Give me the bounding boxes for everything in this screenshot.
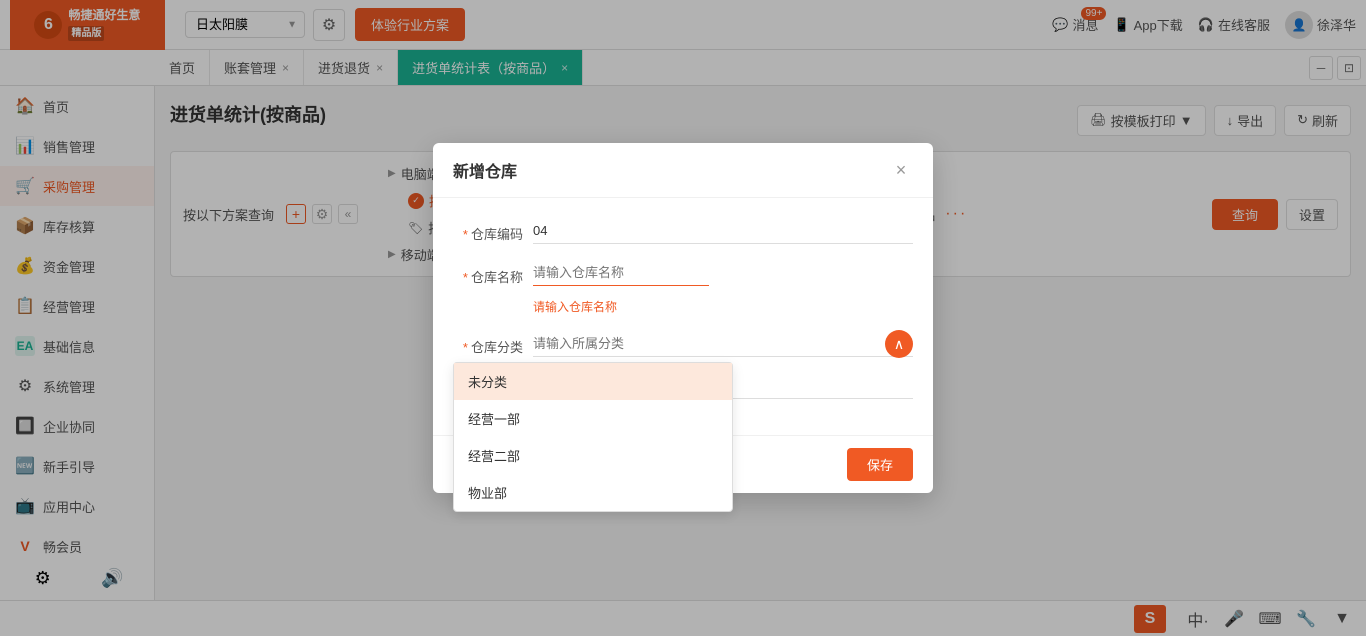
dropdown-item-operations2[interactable]: 经营二部 [454, 437, 732, 474]
name-error-msg: 请输入仓库名称 [533, 298, 617, 315]
category-label: *仓库分类 [453, 331, 523, 356]
code-input[interactable] [533, 218, 913, 244]
modal-title: 新增仓库 [453, 158, 517, 182]
dropdown-item-uncategorized[interactable]: 未分类 [454, 363, 732, 400]
modal-close-button[interactable]: × [889, 158, 913, 182]
category-form-row: *仓库分类 ∧ 未分类 经营一部 经营二部 物业部 [453, 331, 913, 357]
modal-overlay[interactable]: 新增仓库 × *仓库编码 *仓库名称 [0, 0, 1366, 636]
category-dropdown: 未分类 经营一部 经营二部 物业部 [453, 362, 733, 512]
save-button[interactable]: 保存 [847, 448, 913, 481]
name-input[interactable] [533, 260, 709, 286]
modal-header: 新增仓库 × [433, 143, 933, 198]
name-input-wrapper [533, 260, 709, 286]
name-form-row: *仓库名称 请输入仓库名称 [453, 260, 913, 315]
category-toggle-button[interactable]: ∧ [885, 330, 913, 358]
code-label: *仓库编码 [453, 218, 523, 243]
dropdown-item-property[interactable]: 物业部 [454, 474, 732, 511]
modal-body: *仓库编码 *仓库名称 请输入仓库名称 [433, 198, 933, 435]
new-warehouse-modal: 新增仓库 × *仓库编码 *仓库名称 [433, 143, 933, 493]
dropdown-item-operations1[interactable]: 经营一部 [454, 400, 732, 437]
name-label: *仓库名称 [453, 261, 523, 286]
code-form-row: *仓库编码 [453, 218, 913, 244]
category-input-wrapper: ∧ 未分类 经营一部 经营二部 物业部 [533, 331, 913, 357]
category-input[interactable] [533, 331, 913, 357]
